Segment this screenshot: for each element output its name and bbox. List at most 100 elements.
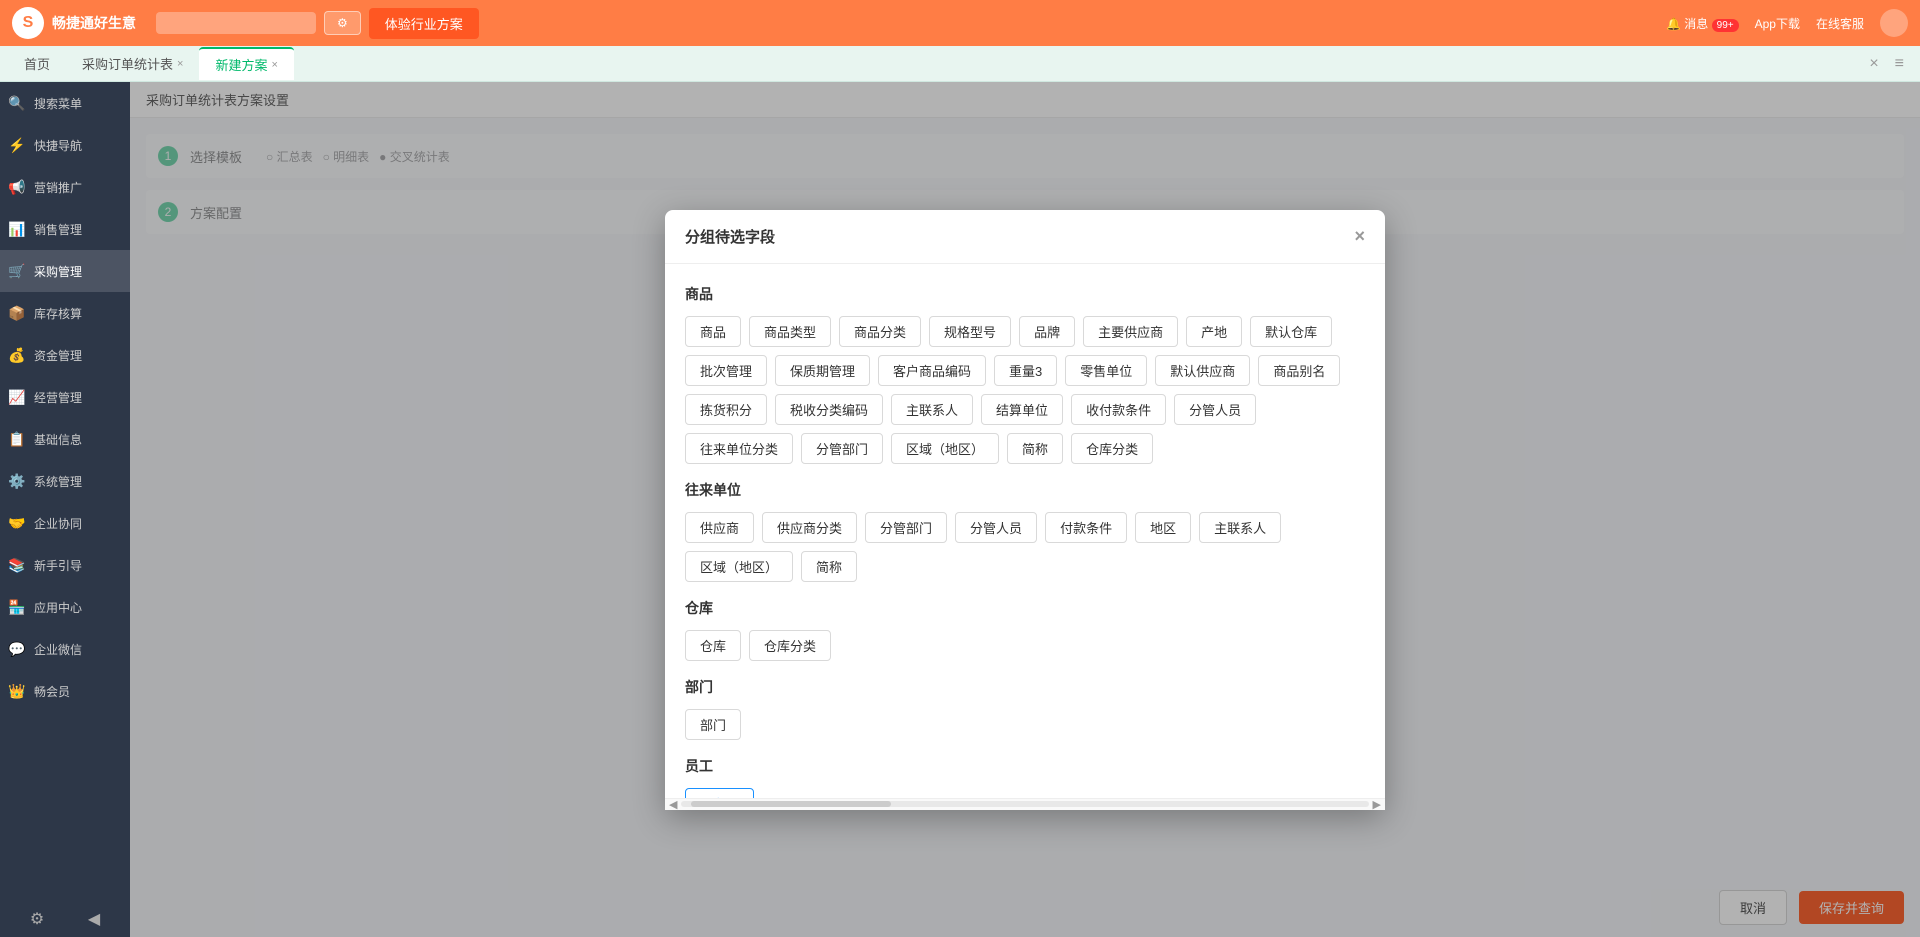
tab-new-plan-close[interactable]: ×: [271, 59, 277, 71]
field-product-alias[interactable]: 商品别名: [1258, 355, 1340, 386]
sidebar-item-inventory-label: 库存核算: [34, 305, 82, 322]
field-pick-points[interactable]: 拣货积分: [685, 394, 767, 425]
sidebar-item-collab-label: 企业协同: [34, 515, 82, 532]
field-abbr2[interactable]: 简称: [801, 551, 857, 582]
sidebar-item-basics[interactable]: 📋 基础信息: [0, 418, 130, 460]
sidebar-item-finance[interactable]: 💰 资金管理: [0, 334, 130, 376]
field-region2[interactable]: 区域（地区）: [685, 551, 793, 582]
field-product[interactable]: 商品: [685, 316, 741, 347]
tab-home-label: 首页: [24, 54, 50, 73]
field-pay-terms[interactable]: 付款条件: [1045, 512, 1127, 543]
field-warehouse-cat[interactable]: 仓库分类: [749, 630, 831, 661]
sidebar-item-search-label: 搜索菜单: [34, 95, 82, 112]
field-supervisor-dept[interactable]: 分管部门: [801, 433, 883, 464]
field-warehouse-category[interactable]: 仓库分类: [1071, 433, 1153, 464]
sidebar-item-guide[interactable]: 📚 新手引导: [0, 544, 130, 586]
tab-purchase-stats[interactable]: 采购订单统计表 ×: [66, 48, 199, 79]
scroll-right-btn[interactable]: ▶: [1369, 798, 1381, 811]
section-product-title: 商品: [685, 284, 1365, 304]
field-brand[interactable]: 品牌: [1019, 316, 1075, 347]
search-input[interactable]: [156, 12, 316, 34]
field-area[interactable]: 地区: [1135, 512, 1191, 543]
staff-fields: 业务员: [685, 788, 1365, 798]
purchase-icon: 🛒: [8, 262, 26, 280]
field-origin[interactable]: 产地: [1186, 316, 1242, 347]
sidebar-item-wechat[interactable]: 💬 企业微信: [0, 628, 130, 670]
sidebar-item-search[interactable]: 🔍 搜索菜单: [0, 82, 130, 124]
scroll-thumb-horizontal[interactable]: [691, 801, 891, 807]
sidebar-item-sales[interactable]: 📊 销售管理: [0, 208, 130, 250]
field-partner-category[interactable]: 往来单位分类: [685, 433, 793, 464]
field-settle-unit[interactable]: 结算单位: [981, 394, 1063, 425]
field-spec-model[interactable]: 规格型号: [929, 316, 1011, 347]
sidebar-item-purchase[interactable]: 🛒 采购管理: [0, 250, 130, 292]
sidebar-item-collab[interactable]: 🤝 企业协同: [0, 502, 130, 544]
app-download[interactable]: App下载: [1755, 15, 1800, 32]
warehouse-fields: 仓库 仓库分类: [685, 630, 1365, 661]
guide-icon: 📚: [8, 556, 26, 574]
sidebar-bottom: ⚙ ◀: [0, 901, 130, 937]
field-product-type[interactable]: 商品类型: [749, 316, 831, 347]
sidebar-item-shortcuts[interactable]: ⚡ 快捷导航: [0, 124, 130, 166]
sidebar-toggle-icon[interactable]: ◀: [88, 909, 100, 929]
field-partner-dept[interactable]: 分管部门: [865, 512, 947, 543]
field-region[interactable]: 区域（地区）: [891, 433, 999, 464]
sidebar-item-marketing[interactable]: 📢 营销推广: [0, 166, 130, 208]
sidebar-item-operations[interactable]: 📈 经营管理: [0, 376, 130, 418]
field-payment-terms[interactable]: 收付款条件: [1071, 394, 1166, 425]
sidebar-item-system[interactable]: ⚙️ 系统管理: [0, 460, 130, 502]
field-main-contact[interactable]: 主联系人: [891, 394, 973, 425]
field-department[interactable]: 部门: [685, 709, 741, 740]
basics-icon: 📋: [8, 430, 26, 448]
field-default-warehouse[interactable]: 默认仓库: [1250, 316, 1332, 347]
modal-close-button[interactable]: ×: [1354, 226, 1365, 247]
avatar[interactable]: [1880, 9, 1908, 37]
field-batch-manage[interactable]: 批次管理: [685, 355, 767, 386]
collab-icon: 🤝: [8, 514, 26, 532]
scroll-left-btn[interactable]: ◀: [669, 798, 681, 811]
header-right: 🔔 消息 99+ App下载 在线客服: [1666, 9, 1908, 37]
tabs-close-all[interactable]: ×: [1861, 55, 1886, 73]
field-main-supplier[interactable]: 主要供应商: [1083, 316, 1178, 347]
sidebar-item-member[interactable]: 👑 畅会员: [0, 670, 130, 712]
sidebar-item-inventory[interactable]: 📦 库存核算: [0, 292, 130, 334]
modal-bottom-scrollbar[interactable]: ◀ ▶: [665, 798, 1385, 810]
field-default-supplier[interactable]: 默认供应商: [1155, 355, 1250, 386]
settings-button[interactable]: ⚙: [324, 11, 361, 35]
field-supplier-category[interactable]: 供应商分类: [762, 512, 857, 543]
field-warehouse[interactable]: 仓库: [685, 630, 741, 661]
section-staff-title: 员工: [685, 756, 1365, 776]
field-product-category[interactable]: 商品分类: [839, 316, 921, 347]
logo-text: 畅捷通好生意: [52, 13, 136, 33]
logo-icon: S: [12, 7, 44, 39]
sidebar-item-appstore[interactable]: 🏪 应用中心: [0, 586, 130, 628]
tab-new-plan[interactable]: 新建方案 ×: [199, 47, 293, 80]
section-warehouse-title: 仓库: [685, 598, 1365, 618]
top-header: S 畅捷通好生意 ⚙ 体验行业方案 🔔 消息 99+ App下载 在线客服: [0, 0, 1920, 46]
field-supervisor-staff[interactable]: 分管人员: [1174, 394, 1256, 425]
field-salesperson[interactable]: 业务员: [685, 788, 754, 798]
field-abbr[interactable]: 简称: [1007, 433, 1063, 464]
sidebar-settings-icon[interactable]: ⚙: [30, 909, 44, 929]
sidebar-item-sales-label: 销售管理: [34, 221, 82, 238]
sidebar-item-operations-label: 经营管理: [34, 389, 82, 406]
field-weight3[interactable]: 重量3: [994, 355, 1057, 386]
field-main-contact2[interactable]: 主联系人: [1199, 512, 1281, 543]
field-expiry-manage[interactable]: 保质期管理: [775, 355, 870, 386]
field-supplier[interactable]: 供应商: [685, 512, 754, 543]
tab-home[interactable]: 首页: [8, 48, 66, 79]
sidebar-item-basics-label: 基础信息: [34, 431, 82, 448]
online-service[interactable]: 在线客服: [1816, 15, 1864, 32]
tabs-menu[interactable]: ≡: [1887, 55, 1912, 73]
modal-title: 分组待选字段: [685, 226, 775, 247]
notify-area[interactable]: 🔔 消息 99+: [1666, 15, 1739, 32]
tab-purchase-stats-close[interactable]: ×: [177, 58, 183, 70]
field-tax-code[interactable]: 税收分类编码: [775, 394, 883, 425]
field-retail-unit[interactable]: 零售单位: [1065, 355, 1147, 386]
sidebar-item-finance-label: 资金管理: [34, 347, 82, 364]
trial-button[interactable]: 体验行业方案: [369, 8, 479, 39]
inventory-icon: 📦: [8, 304, 26, 322]
sidebar-item-purchase-label: 采购管理: [34, 263, 82, 280]
field-customer-sku[interactable]: 客户商品编码: [878, 355, 986, 386]
field-partner-staff[interactable]: 分管人员: [955, 512, 1037, 543]
